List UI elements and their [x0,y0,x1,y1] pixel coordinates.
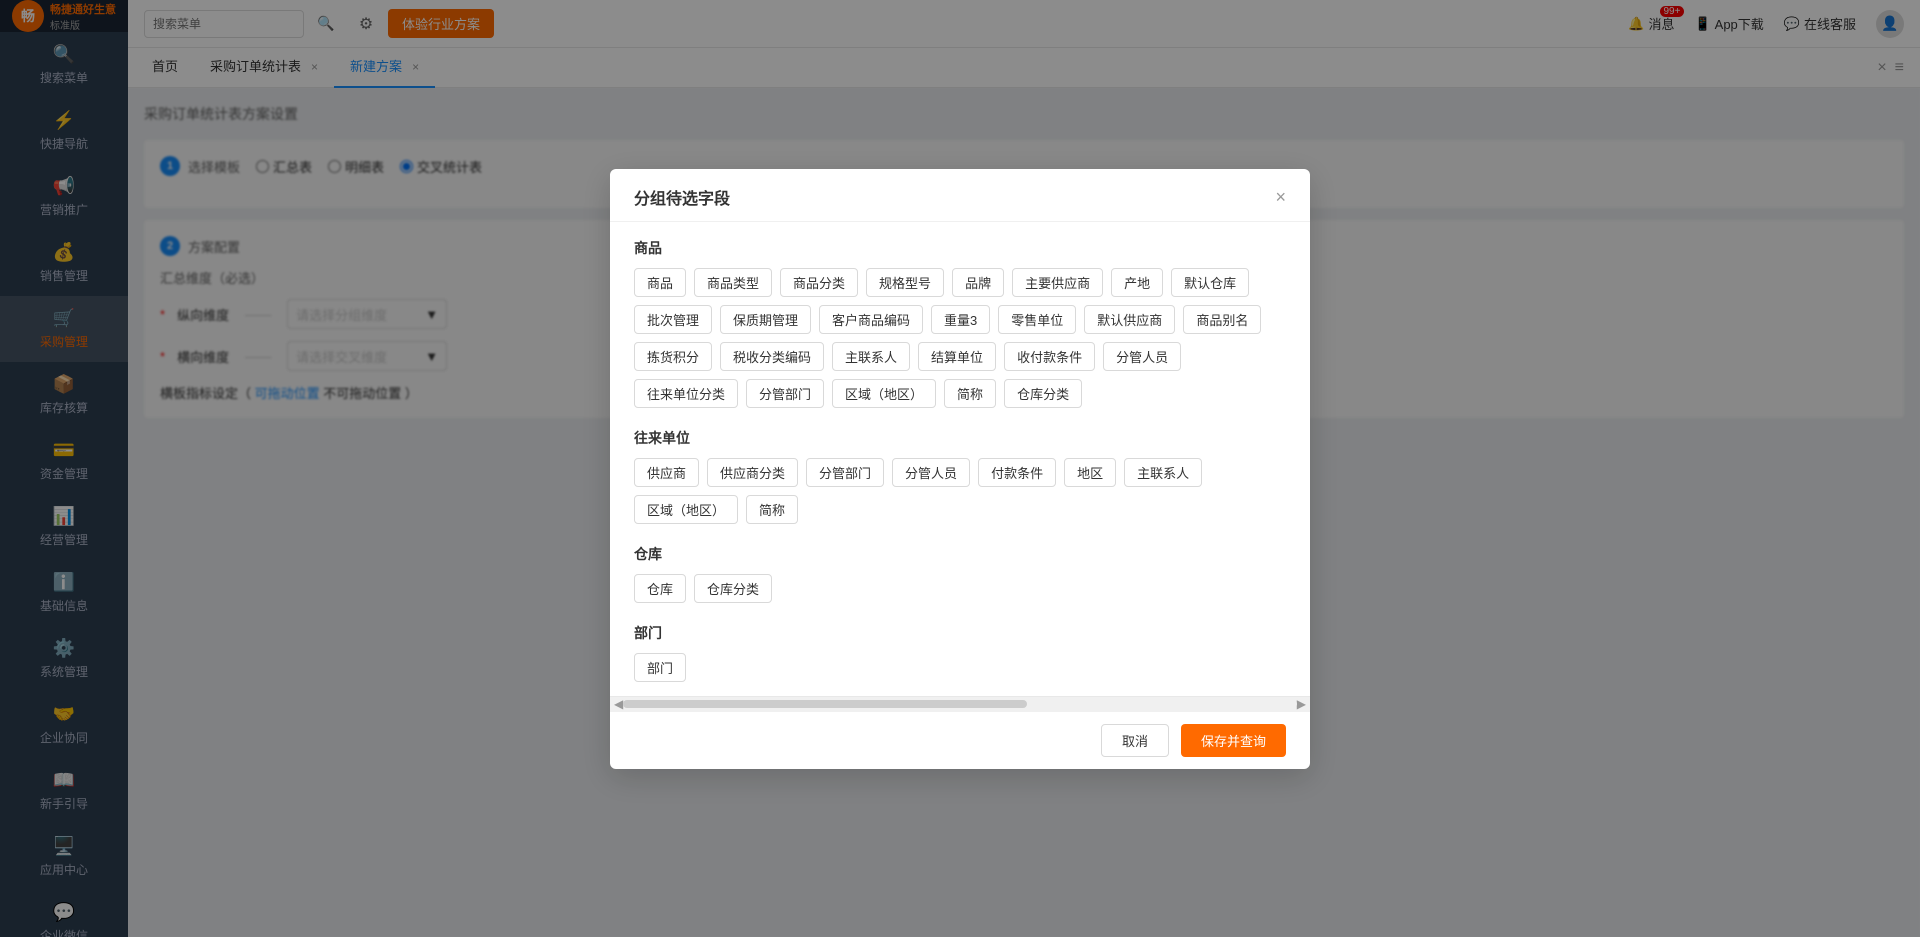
cancel-button[interactable]: 取消 [1101,724,1169,757]
field-section-product: 商品商品商品类型商品分类规格型号品牌主要供应商产地默认仓库批次管理保质期管理客户… [634,238,1286,408]
field-tag-product-15[interactable]: 拣货积分 [634,342,712,371]
field-section-title-warehouse: 仓库 [634,544,1286,564]
modal-body: 商品商品商品类型商品分类规格型号品牌主要供应商产地默认仓库批次管理保质期管理客户… [610,222,1310,696]
field-tag-warehouse-1[interactable]: 仓库分类 [694,574,772,603]
field-tag-product-3[interactable]: 规格型号 [866,268,944,297]
field-tag-partner-0[interactable]: 供应商 [634,458,699,487]
modal-close-btn[interactable]: × [1275,188,1286,206]
field-tag-partner-2[interactable]: 分管部门 [806,458,884,487]
field-tag-product-5[interactable]: 主要供应商 [1012,268,1103,297]
field-tag-product-14[interactable]: 商品别名 [1183,305,1261,334]
field-tag-product-18[interactable]: 结算单位 [918,342,996,371]
field-tag-product-19[interactable]: 收付款条件 [1004,342,1095,371]
scroll-track [623,700,1297,708]
field-tags-warehouse: 仓库仓库分类 [634,574,1286,603]
field-tags-partner: 供应商供应商分类分管部门分管人员付款条件地区主联系人区域（地区） 简称 [634,458,1286,524]
field-section-partner: 往来单位供应商供应商分类分管部门分管人员付款条件地区主联系人区域（地区） 简称 [634,428,1286,524]
modal-footer: 取消 保存并查询 [610,711,1310,769]
field-tag-product-1[interactable]: 商品类型 [694,268,772,297]
scroll-left-btn[interactable]: ◀ [614,697,623,711]
field-section-title-department: 部门 [634,623,1286,643]
field-tag-product-10[interactable]: 客户商品编码 [819,305,923,334]
field-tag-product-0[interactable]: 商品 [634,268,686,297]
field-tag-product-11[interactable]: 重量3 [931,305,990,334]
modal-overlay: 分组待选字段 × 商品商品商品类型商品分类规格型号品牌主要供应商产地默认仓库批次… [0,0,1920,937]
field-tag-product-7[interactable]: 默认仓库 [1171,268,1249,297]
field-tag-product-20[interactable]: 分管人员 [1103,342,1181,371]
modal-title: 分组待选字段 [634,185,730,209]
field-tag-product-6[interactable]: 产地 [1111,268,1163,297]
field-tag-product-25[interactable]: 仓库分类 [1004,379,1082,408]
field-tag-department-0[interactable]: 部门 [634,653,686,682]
field-tag-partner-3[interactable]: 分管人员 [892,458,970,487]
field-select-modal: 分组待选字段 × 商品商品商品类型商品分类规格型号品牌主要供应商产地默认仓库批次… [610,169,1310,769]
field-tag-product-12[interactable]: 零售单位 [998,305,1076,334]
field-section-title-partner: 往来单位 [634,428,1286,448]
field-section-warehouse: 仓库仓库仓库分类 [634,544,1286,603]
confirm-button[interactable]: 保存并查询 [1181,724,1286,757]
field-section-title-product: 商品 [634,238,1286,258]
field-tag-partner-1[interactable]: 供应商分类 [707,458,798,487]
scroll-thumb [623,700,1027,708]
field-tag-partner-8[interactable]: 简称 [746,495,798,524]
scroll-right-btn[interactable]: ▶ [1297,697,1306,711]
field-tag-product-9[interactable]: 保质期管理 [720,305,811,334]
field-tag-product-13[interactable]: 默认供应商 [1084,305,1175,334]
field-tag-partner-4[interactable]: 付款条件 [978,458,1056,487]
field-tag-product-23[interactable]: 区域（地区） [832,379,936,408]
field-tags-product: 商品商品类型商品分类规格型号品牌主要供应商产地默认仓库批次管理保质期管理客户商品… [634,268,1286,408]
field-tag-product-4[interactable]: 品牌 [952,268,1004,297]
field-tag-product-21[interactable]: 往来单位分类 [634,379,738,408]
field-tag-warehouse-0[interactable]: 仓库 [634,574,686,603]
modal-horizontal-scrollbar[interactable]: ◀ ▶ [610,696,1310,711]
field-tag-product-24[interactable]: 简称 [944,379,996,408]
field-tag-product-16[interactable]: 税收分类编码 [720,342,824,371]
field-tag-partner-7[interactable]: 区域（地区） [634,495,738,524]
field-tag-partner-5[interactable]: 地区 [1064,458,1116,487]
field-tag-partner-6[interactable]: 主联系人 [1124,458,1202,487]
field-tag-product-17[interactable]: 主联系人 [832,342,910,371]
field-tag-product-22[interactable]: 分管部门 [746,379,824,408]
field-tag-product-8[interactable]: 批次管理 [634,305,712,334]
field-tags-department: 部门 [634,653,1286,682]
field-section-department: 部门部门 [634,623,1286,682]
modal-header: 分组待选字段 × [610,169,1310,222]
field-tag-product-2[interactable]: 商品分类 [780,268,858,297]
